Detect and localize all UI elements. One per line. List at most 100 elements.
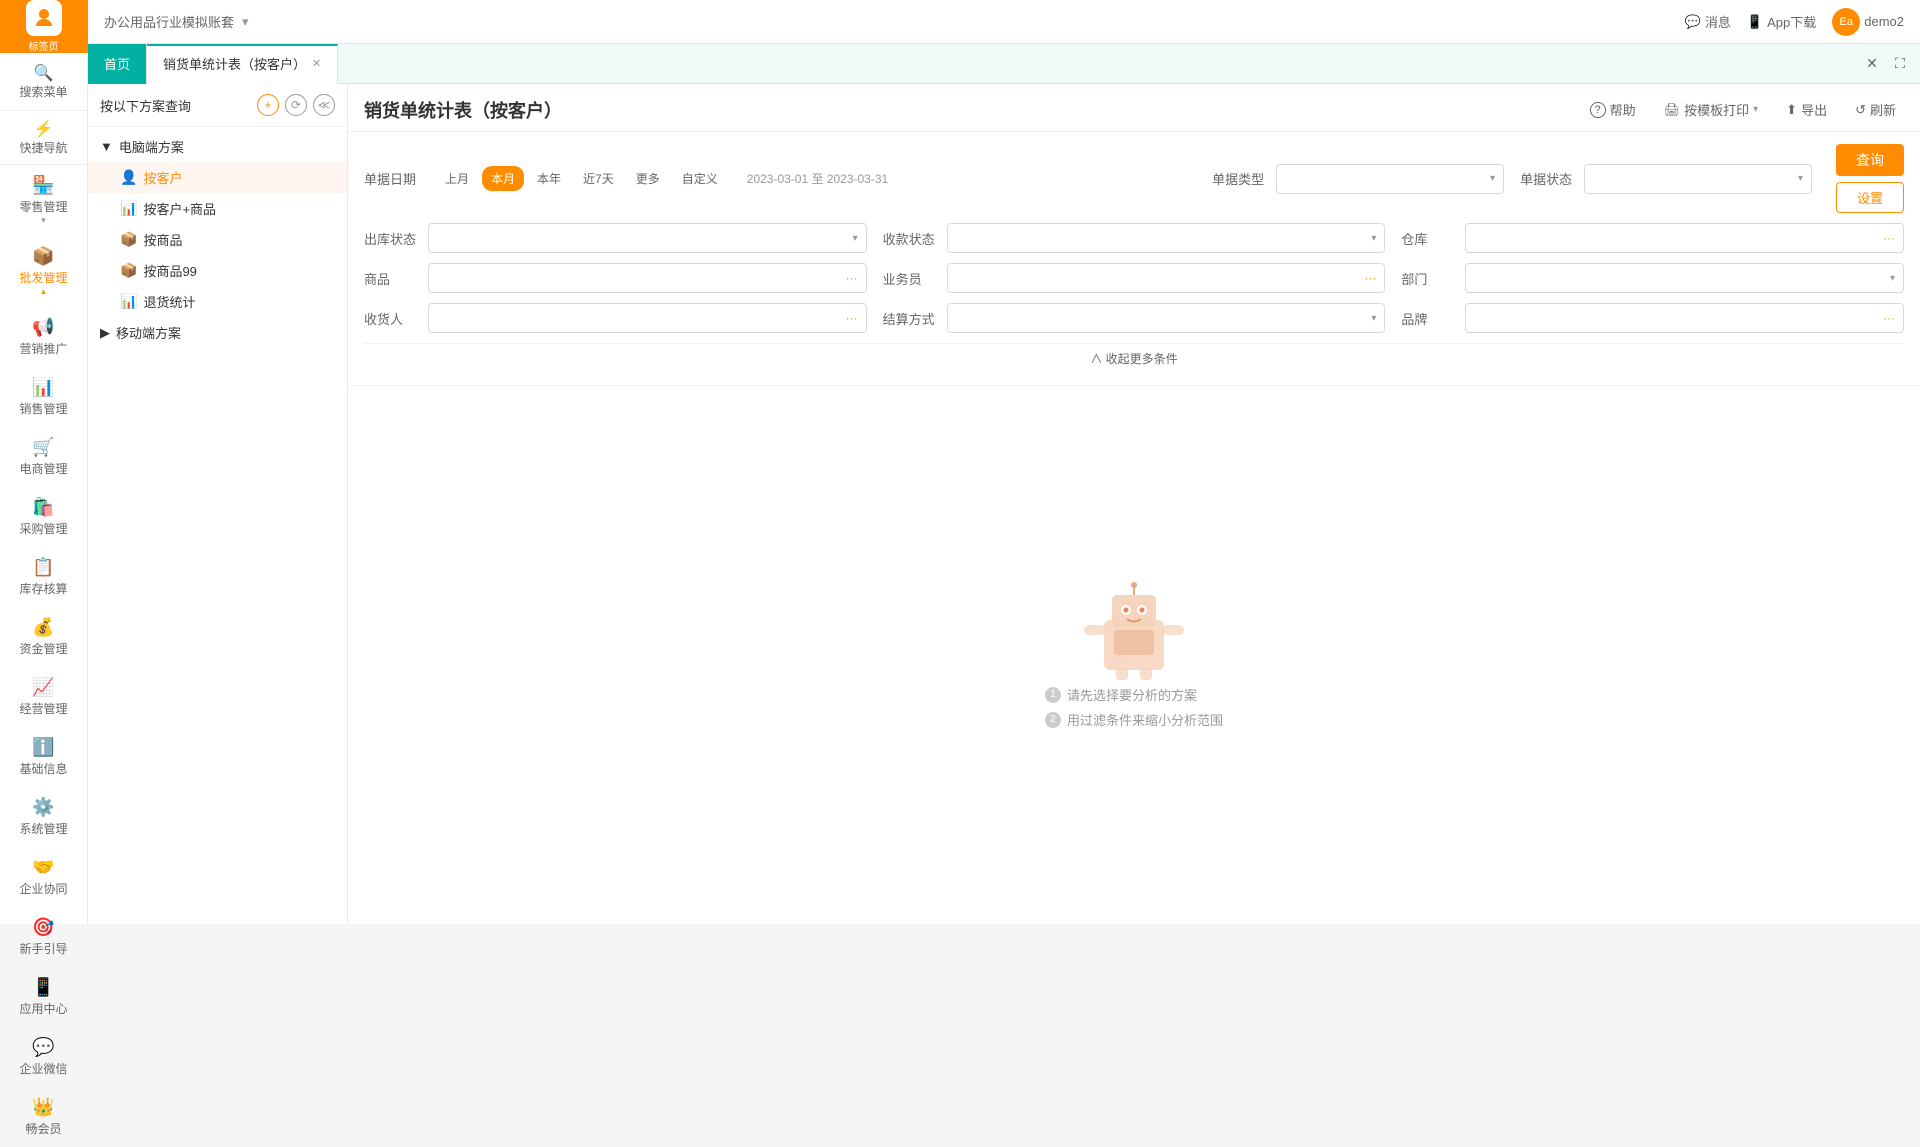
goods-input[interactable]: ···	[428, 263, 867, 293]
left-panel-actions: + ⟳ ≪	[257, 94, 335, 116]
sidebar-item-purchase[interactable]: 🛍️ 采购管理	[0, 487, 87, 547]
pc-arrow-icon: ▼	[100, 139, 113, 154]
logo-icon	[26, 0, 62, 36]
tree-mobile-parent[interactable]: ▶ 移动端方案	[88, 317, 347, 348]
by-customer-label: 按客户	[143, 168, 182, 187]
payment-status-input[interactable]: ▾	[947, 223, 1386, 253]
message-icon: 💬	[1685, 14, 1701, 30]
doc-type-label: 单据类型	[1212, 169, 1268, 188]
message-btn[interactable]: 💬 消息	[1685, 12, 1731, 31]
tree-child-customer-goods[interactable]: 📊 按客户+商品	[88, 193, 347, 224]
sidebar-item-enterprise[interactable]: 🤝 企业协同	[0, 847, 87, 907]
collapse-filter-btn[interactable]: ∧ 收起更多条件	[364, 343, 1904, 373]
settings-button[interactable]: 设置	[1836, 182, 1904, 213]
doc-status-input[interactable]: ▾	[1584, 164, 1812, 194]
sidebar-item-member[interactable]: 👑 畅会员	[0, 1087, 87, 1147]
user-profile[interactable]: Ea demo2	[1832, 8, 1904, 36]
sidebar-item-search[interactable]: 🔍 搜索菜单	[0, 53, 87, 111]
sidebar-item-inventory[interactable]: 📋 库存核算	[0, 547, 87, 607]
sidebar-item-ecommerce[interactable]: 🛒 电商管理	[0, 427, 87, 487]
enterprise-icon: 🤝	[32, 857, 54, 878]
doc-type-group: 单据类型 ▾	[1212, 164, 1504, 194]
refresh-scheme-btn[interactable]: ⟳	[285, 94, 307, 116]
refresh-label: 刷新	[1870, 100, 1896, 119]
tab-close-icon[interactable]: ✕	[312, 57, 321, 70]
receiver-input[interactable]: ···	[428, 303, 867, 333]
export-btn[interactable]: ⬆ 导出	[1778, 96, 1835, 123]
refresh-icon: ↺	[1855, 102, 1866, 118]
out-status-group: 出库状态 ▾	[364, 223, 867, 253]
date-buttons: 上月 本月 本年 近7天 更多 自定义	[436, 166, 727, 191]
print-btn[interactable]: 🖨 按模板打印 ▾	[1656, 96, 1767, 123]
sidebar-item-shortcut[interactable]: ⚡ 快捷导航	[0, 111, 87, 165]
by-customer-icon: 👤	[120, 169, 137, 186]
left-panel-title: 按以下方案查询	[100, 96, 191, 115]
sidebar-item-basic[interactable]: ℹ️ 基础信息	[0, 727, 87, 787]
sidebar-item-retail[interactable]: 🏪 零售管理 ▾	[0, 165, 87, 236]
refresh-btn[interactable]: ↺ 刷新	[1847, 96, 1904, 123]
tree-pc-parent[interactable]: ▼ 电脑端方案	[88, 131, 347, 162]
salesperson-dots[interactable]: ···	[1364, 271, 1376, 285]
tab-home[interactable]: 首页	[88, 44, 147, 84]
settlement-input[interactable]: ▾	[947, 303, 1386, 333]
basic-icon: ℹ️	[32, 737, 54, 758]
last-month-btn[interactable]: 上月	[436, 166, 478, 191]
add-scheme-btn[interactable]: +	[257, 94, 279, 116]
dept-input[interactable]: ▾	[1465, 263, 1904, 293]
sidebar-item-newbie[interactable]: 🎯 新手引导	[0, 907, 87, 967]
tree-child-goods99[interactable]: 📦 按商品99	[88, 255, 347, 286]
custom-btn[interactable]: 自定义	[673, 166, 727, 191]
tab-report[interactable]: 销货单统计表（按客户） ✕	[147, 44, 338, 84]
out-status-arrow: ▾	[853, 233, 858, 244]
sidebar-item-finance[interactable]: 💰 资金管理	[0, 607, 87, 667]
tree-child-by-goods[interactable]: 📦 按商品	[88, 224, 347, 255]
receiver-dots[interactable]: ···	[846, 311, 858, 325]
tab-expand-btn[interactable]: ⛶	[1888, 52, 1912, 76]
sidebar-item-operations[interactable]: 📈 经营管理	[0, 667, 87, 727]
out-status-input[interactable]: ▾	[428, 223, 867, 253]
tab-close-all-btn[interactable]: ✕	[1860, 52, 1884, 76]
empty-hint-2: 2 用过滤条件来缩小分析范围	[1045, 710, 1223, 729]
goods-dots[interactable]: ···	[846, 271, 858, 285]
this-year-btn[interactable]: 本年	[528, 166, 570, 191]
empty-hints: 1 请先选择要分析的方案 2 用过滤条件来缩小分析范围	[1045, 685, 1223, 735]
by-goods-label: 按商品	[143, 230, 182, 249]
last7-btn[interactable]: 近7天	[574, 166, 623, 191]
warehouse-input[interactable]: ···	[1465, 223, 1904, 253]
query-button[interactable]: 查询	[1836, 144, 1904, 176]
user-avatar: Ea	[1832, 8, 1860, 36]
sidebar-item-system[interactable]: ⚙️ 系统管理	[0, 787, 87, 847]
warehouse-dots[interactable]: ···	[1883, 231, 1895, 245]
brand-dots[interactable]: ···	[1883, 311, 1895, 325]
more-btn[interactable]: 更多	[627, 166, 669, 191]
sidebar-item-wholesale[interactable]: 📦 批发管理 ▴	[0, 236, 87, 307]
wholesale-icon: 📦	[32, 246, 54, 267]
tree-child-by-customer[interactable]: 👤 按客户	[88, 162, 347, 193]
date-label: 单据日期	[364, 169, 420, 188]
doc-status-label: 单据状态	[1520, 169, 1576, 188]
collapse-panel-btn[interactable]: ≪	[313, 94, 335, 116]
scheme-tree: ▼ 电脑端方案 👤 按客户 📊 按客户+商品 📦 按商品 📦 按商品	[88, 127, 347, 352]
left-panel: 按以下方案查询 + ⟳ ≪ ▼ 电脑端方案 👤 按客户 📊	[88, 84, 348, 924]
doc-type-input[interactable]: ▾	[1276, 164, 1504, 194]
tree-child-returns[interactable]: 📊 退货统计	[88, 286, 347, 317]
brand-input[interactable]: ···	[1465, 303, 1904, 333]
sidebar-item-sales[interactable]: 📊 销售管理	[0, 367, 87, 427]
sidebar-item-apps[interactable]: 📱 应用中心	[0, 967, 87, 1027]
sidebar-item-wechat[interactable]: 💬 企业微信	[0, 1027, 87, 1087]
header-dropdown-icon[interactable]: ▾	[242, 14, 249, 30]
sidebar-item-marketing[interactable]: 📢 营销推广	[0, 307, 87, 367]
this-month-btn[interactable]: 本月	[482, 166, 524, 191]
right-panel: 销货单统计表（按客户） ? 帮助 🖨 按模板打印 ▾ ⬆ 导出	[348, 84, 1920, 924]
receiver-label: 收货人	[364, 309, 420, 328]
app-download-btn[interactable]: 📱 App下载	[1747, 12, 1816, 31]
salesperson-input[interactable]: ···	[947, 263, 1386, 293]
filter-row-1: 单据日期 上月 本月 本年 近7天 更多 自定义 2023-03-01 至 20…	[364, 144, 1904, 213]
logo-text: 标签页	[29, 38, 59, 53]
help-btn[interactable]: ? 帮助	[1582, 96, 1644, 123]
doc-status-arrow: ▾	[1798, 173, 1803, 184]
goods-group: 商品 ···	[364, 263, 867, 293]
app-title-text: 办公用品行业模拟账套	[104, 12, 234, 31]
query-action-btns: 查询 设置	[1836, 144, 1904, 213]
member-icon: 👑	[32, 1097, 54, 1118]
